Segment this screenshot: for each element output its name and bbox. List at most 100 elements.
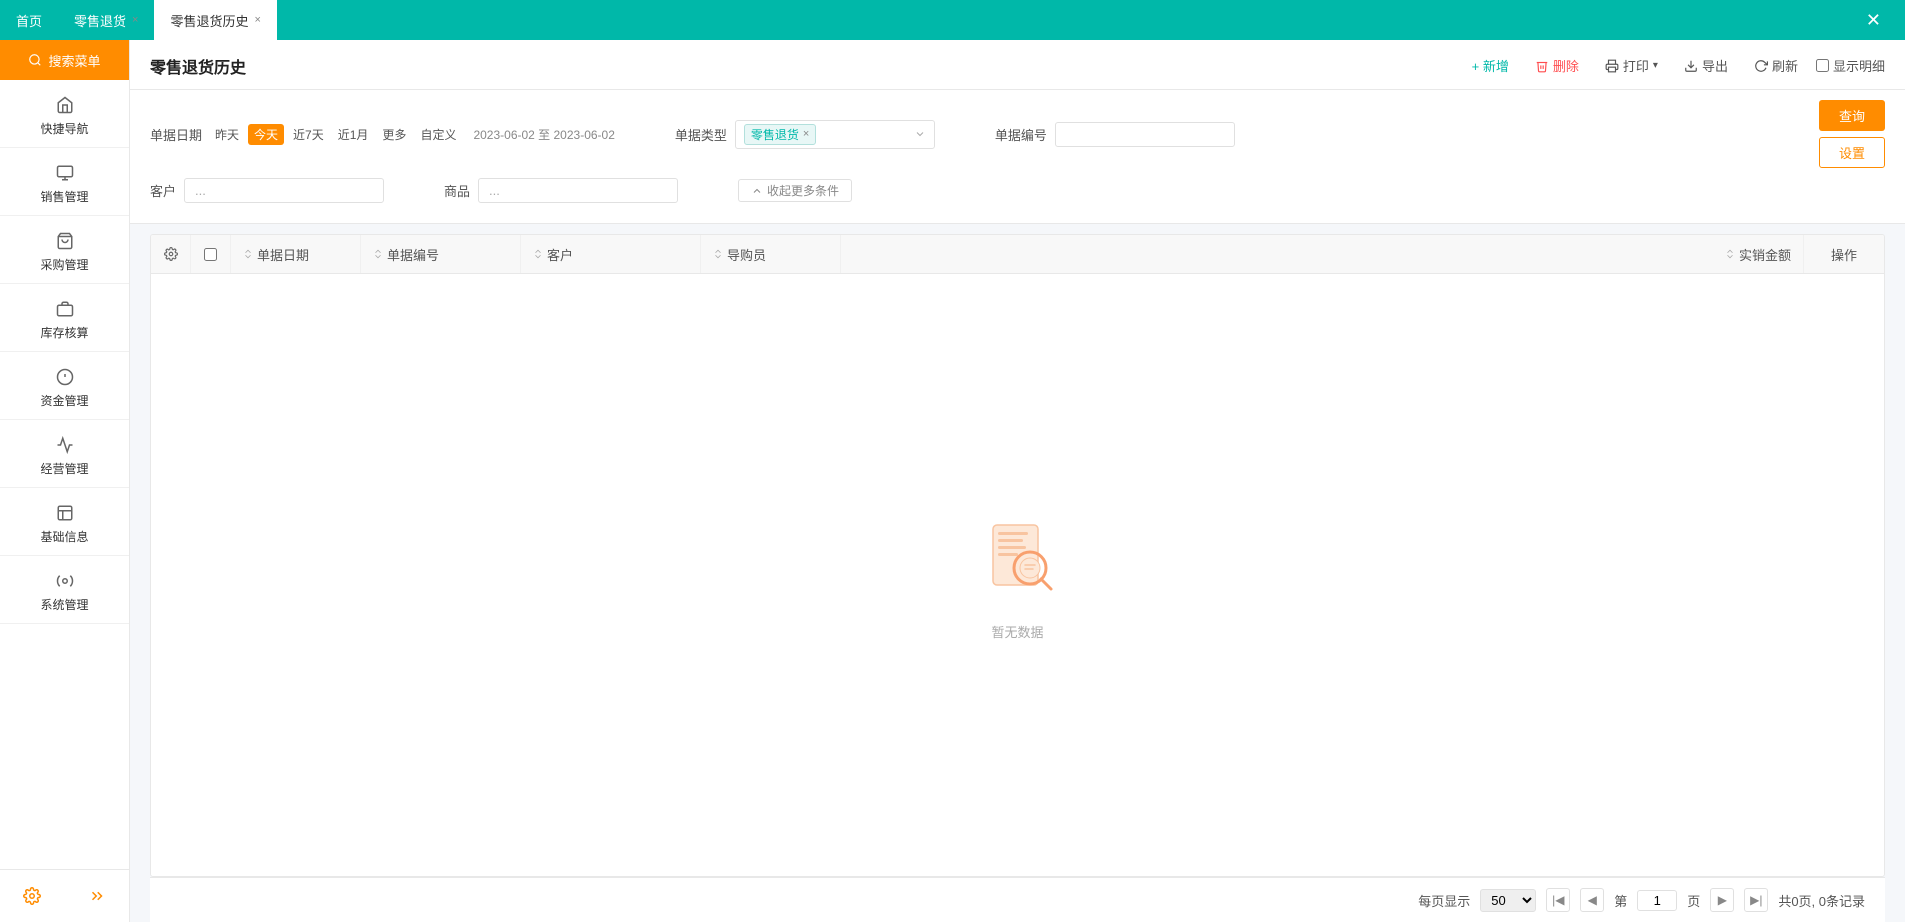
add-button[interactable]: + 新增 — [1464, 52, 1517, 79]
export-button[interactable]: 导出 — [1676, 52, 1736, 79]
filter-number-item: 单据编号 — [995, 122, 1235, 147]
page-first-button[interactable]: |◀ — [1546, 888, 1570, 912]
table-header: 单据日期 单据编号 客户 导购员 — [151, 235, 1884, 274]
sidebar-item-purchase[interactable]: 采购管理 — [0, 216, 129, 284]
filter-customer-label: 客户 — [150, 181, 176, 200]
purchase-icon — [54, 230, 76, 252]
display-detail-checkbox[interactable]: 显示明细 — [1816, 56, 1885, 75]
filter-type-select[interactable]: 零售退货 × — [735, 120, 935, 149]
sidebar-item-sales[interactable]: 销售管理 — [0, 148, 129, 216]
operation-icon — [54, 434, 76, 456]
page-unit-label: 页 — [1687, 891, 1700, 910]
filter-goods-label: 商品 — [444, 181, 470, 200]
tab-retail-return-close[interactable]: × — [132, 14, 138, 26]
date-opt-yesterday[interactable]: 昨天 — [210, 124, 244, 145]
th-customer[interactable]: 客户 — [521, 235, 701, 273]
filter-type-item: 单据类型 零售退货 × — [675, 120, 935, 149]
date-opt-7days[interactable]: 近7天 — [288, 124, 329, 145]
page-header: 零售退货历史 + 新增 删除 打印 ▾ 导出 — [130, 40, 1905, 90]
tab-list: 首页 零售退货 × 零售退货历史 × — [0, 0, 1858, 40]
th-settings[interactable] — [151, 235, 191, 273]
empty-illustration — [968, 510, 1068, 610]
th-guide[interactable]: 导购员 — [701, 235, 841, 273]
top-bar-right: ✕ — [1858, 10, 1905, 31]
delete-icon — [1535, 59, 1549, 73]
date-opt-custom[interactable]: 自定义 — [415, 124, 461, 145]
sidebar-item-info[interactable]: 基础信息 — [0, 488, 129, 556]
sidebar-settings-button[interactable] — [16, 880, 48, 912]
tab-retail-return-history[interactable]: 零售退货历史 × — [154, 0, 276, 40]
filter-type-remove[interactable]: × — [803, 128, 809, 140]
page-size-select[interactable]: 50 100 200 — [1480, 889, 1536, 912]
info-icon — [54, 502, 76, 524]
date-opt-1month[interactable]: 近1月 — [333, 124, 374, 145]
page-prev-button[interactable]: ◀ — [1580, 888, 1604, 912]
date-opt-more[interactable]: 更多 — [377, 124, 411, 145]
filter-customer-item: 客户 ... — [150, 178, 384, 203]
sidebar-expand-button[interactable] — [81, 880, 113, 912]
filter-type-tag: 零售退货 × — [744, 124, 816, 145]
th-date-label: 单据日期 — [257, 245, 309, 264]
sidebar-item-system[interactable]: 系统管理 — [0, 556, 129, 624]
th-amount[interactable]: 实销金额 — [841, 235, 1804, 273]
display-detail-input[interactable] — [1816, 59, 1829, 72]
display-detail-label: 显示明细 — [1833, 56, 1885, 75]
th-date[interactable]: 单据日期 — [231, 235, 361, 273]
sidebar-item-finance[interactable]: 资金管理 — [0, 352, 129, 420]
table-area: 单据日期 单据编号 客户 导购员 — [130, 224, 1905, 922]
tab-retail-return-history-close[interactable]: × — [254, 14, 260, 26]
filter-goods-placeholder: ... — [489, 183, 500, 198]
refresh-button[interactable]: 刷新 — [1746, 52, 1806, 79]
export-icon — [1684, 59, 1698, 73]
th-action: 操作 — [1804, 235, 1884, 273]
print-dropdown-icon: ▾ — [1653, 60, 1658, 71]
page-title-row: 零售退货历史 + 新增 删除 打印 ▾ 导出 — [150, 52, 1885, 79]
collapse-label: 收起更多条件 — [767, 182, 839, 199]
empty-text: 暂无数据 — [991, 622, 1043, 641]
select-all-checkbox[interactable] — [204, 248, 217, 261]
filter-customer-input[interactable]: ... — [184, 178, 384, 203]
sidebar-item-inventory-label: 库存核算 — [40, 324, 88, 341]
date-opt-today[interactable]: 今天 — [248, 124, 284, 145]
sidebar: 搜索菜单 快捷导航 销售管理 采购管理 库存核算 — [0, 40, 130, 922]
page-total: 共0页, 0条记录 — [1778, 891, 1865, 910]
sales-icon — [54, 162, 76, 184]
tab-retail-return[interactable]: 零售退货 × — [58, 0, 154, 40]
sidebar-item-operation[interactable]: 经营管理 — [0, 420, 129, 488]
close-window-button[interactable]: ✕ — [1858, 10, 1889, 31]
filter-area: 单据日期 昨天 今天 近7天 近1月 更多 自定义 2023-06-02 至 2… — [130, 90, 1905, 224]
sort-customer-icon — [533, 249, 543, 259]
filter-type-tag-label: 零售退货 — [751, 126, 799, 143]
print-button[interactable]: 打印 ▾ — [1597, 52, 1666, 79]
th-number[interactable]: 单据编号 — [361, 235, 521, 273]
setting-button[interactable]: 设置 — [1819, 137, 1885, 168]
toolbar: + 新增 删除 打印 ▾ 导出 — [1464, 52, 1885, 79]
page-label: 第 — [1614, 891, 1627, 910]
delete-button[interactable]: 删除 — [1527, 52, 1587, 79]
page-last-button[interactable]: ▶| — [1744, 888, 1768, 912]
filter-number-label: 单据编号 — [995, 125, 1047, 144]
sidebar-item-inventory[interactable]: 库存核算 — [0, 284, 129, 352]
sidebar-item-purchase-label: 采购管理 — [40, 256, 88, 273]
filter-number-input[interactable] — [1055, 122, 1235, 147]
filter-row-2: 客户 ... 商品 ... 收起更多条件 — [150, 178, 1885, 203]
sidebar-item-quicknav-label: 快捷导航 — [40, 120, 88, 137]
tab-home[interactable]: 首页 — [0, 0, 58, 40]
sidebar-item-operation-label: 经营管理 — [40, 460, 88, 477]
filter-goods-input[interactable]: ... — [478, 178, 678, 203]
filter-date-options: 昨天 今天 近7天 近1月 更多 自定义 — [210, 124, 461, 145]
tab-home-label: 首页 — [16, 11, 42, 30]
inventory-icon — [54, 298, 76, 320]
collapse-icon — [751, 185, 763, 197]
th-amount-label: 实销金额 — [1739, 245, 1791, 264]
page-number-input[interactable] — [1637, 890, 1677, 911]
query-button[interactable]: 查询 — [1819, 100, 1885, 131]
page-next-button[interactable]: ▶ — [1710, 888, 1734, 912]
print-icon — [1605, 59, 1619, 73]
sidebar-item-quicknav[interactable]: 快捷导航 — [0, 80, 129, 148]
sidebar-search-button[interactable]: 搜索菜单 — [0, 40, 129, 80]
th-guide-label: 导购员 — [727, 245, 766, 264]
collapse-button[interactable]: 收起更多条件 — [738, 179, 852, 202]
sidebar-item-finance-label: 资金管理 — [40, 392, 88, 409]
th-checkbox[interactable] — [191, 235, 231, 273]
